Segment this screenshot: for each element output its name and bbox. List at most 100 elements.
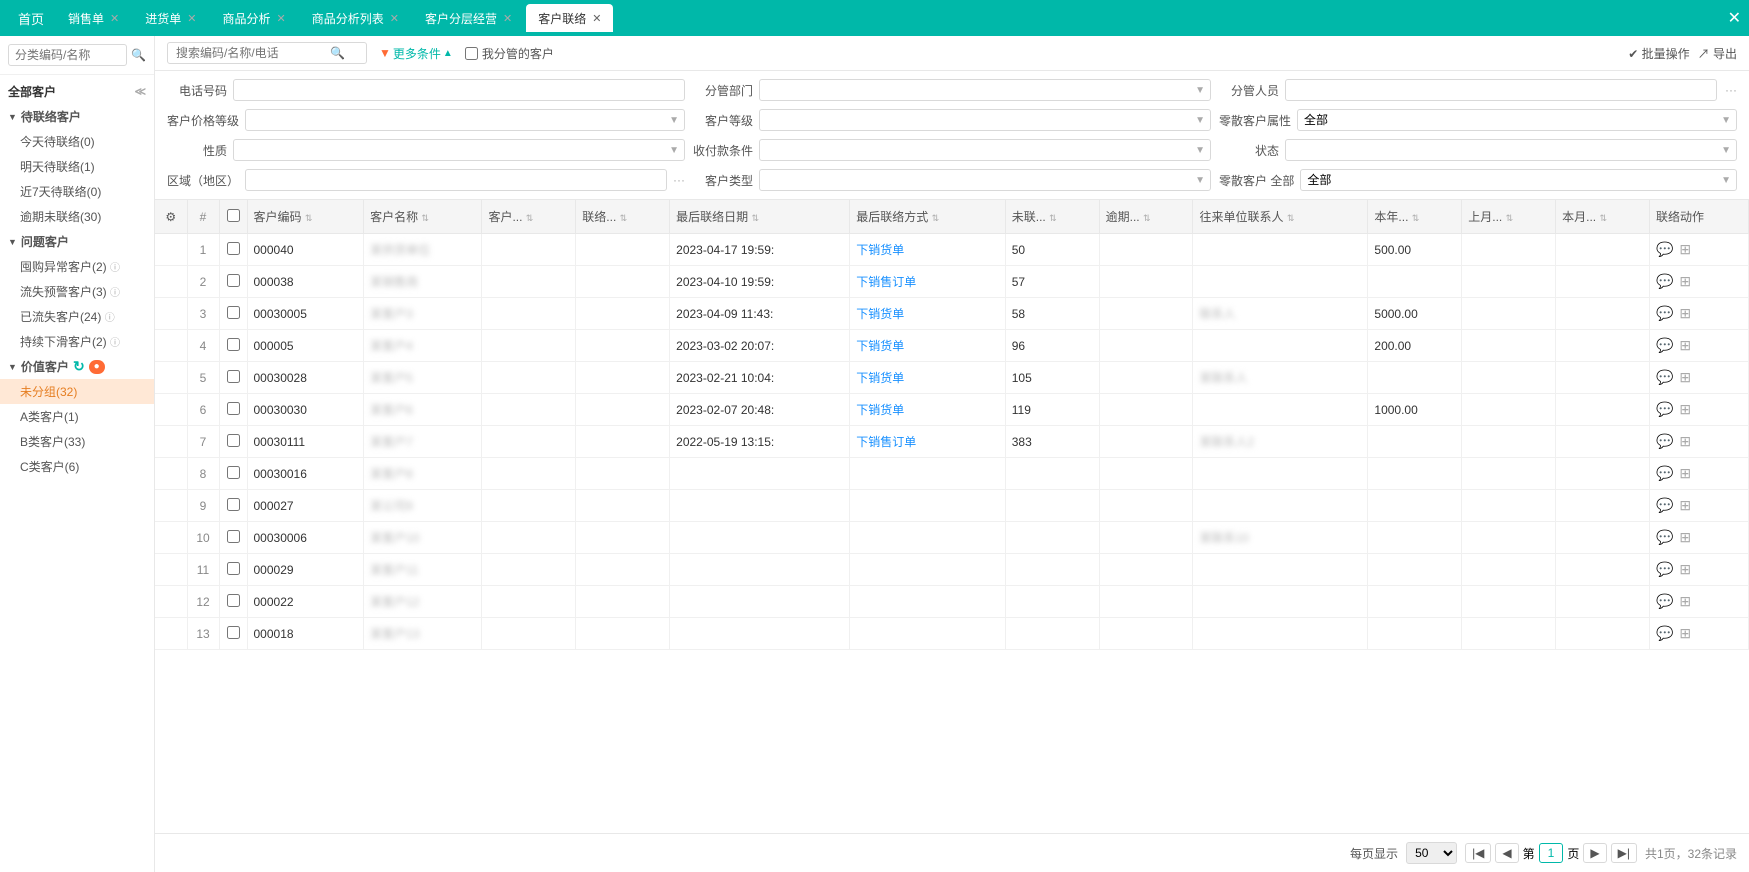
row-check-8[interactable] <box>219 490 247 522</box>
grid-icon-8[interactable]: ⊞ <box>1679 497 1691 514</box>
declining-item[interactable]: 持续下滑客户(2) ⓘ <box>0 329 154 354</box>
nature-select[interactable] <box>233 139 685 161</box>
row-last-contact-type-10[interactable] <box>850 554 1005 586</box>
page-size-select[interactable]: 50 100 <box>1406 842 1457 864</box>
chat-icon-8[interactable]: 💬 <box>1656 497 1673 514</box>
window-close-button[interactable]: ✕ <box>1728 8 1741 28</box>
unit-contact-column-header[interactable]: 往来单位联系人 ⇅ <box>1193 200 1368 234</box>
row-check-6[interactable] <box>219 426 247 458</box>
chat-icon-1[interactable]: 💬 <box>1656 273 1673 290</box>
type-column-header[interactable]: 客户... ⇅ <box>482 200 576 234</box>
sidebar-search-icon[interactable]: 🔍 <box>131 48 146 62</box>
code-column-header[interactable]: 客户编码 ⇅ <box>247 200 364 234</box>
chat-icon-11[interactable]: 💬 <box>1656 593 1673 610</box>
prev-page-button[interactable]: ◀ <box>1495 843 1518 863</box>
grid-icon-10[interactable]: ⊞ <box>1679 561 1691 578</box>
customer-type-select[interactable] <box>759 169 1211 191</box>
close-crm-contact-tab[interactable]: ✕ <box>592 12 601 25</box>
a-class-item[interactable]: A类客户(1) <box>0 404 154 429</box>
sidebar-search-input[interactable] <box>8 44 127 66</box>
row-check-10[interactable] <box>219 554 247 586</box>
churned-item[interactable]: 已流失客户(24) ⓘ <box>0 304 154 329</box>
uncontacted-column-header[interactable]: 未联... ⇅ <box>1005 200 1099 234</box>
row-check-9[interactable] <box>219 522 247 554</box>
problem-customers-section[interactable]: ▼ 问题客户 <box>0 229 154 254</box>
last-contact-type-column-header[interactable]: 最后联络方式 ⇅ <box>850 200 1005 234</box>
sales-tab[interactable]: 销售单 ✕ <box>56 4 131 32</box>
contact-type-link-2[interactable]: 下销货单 <box>856 307 904 321</box>
row-check-12[interactable] <box>219 618 247 650</box>
grid-icon-3[interactable]: ⊞ <box>1679 337 1691 354</box>
row-last-contact-type-9[interactable] <box>850 522 1005 554</box>
row-last-contact-type-12[interactable] <box>850 618 1005 650</box>
grid-icon-2[interactable]: ⊞ <box>1679 305 1691 322</box>
grid-icon-1[interactable]: ⊞ <box>1679 273 1691 290</box>
search-icon[interactable]: 🔍 <box>330 46 345 60</box>
chat-icon-12[interactable]: 💬 <box>1656 625 1673 642</box>
row-last-contact-type-0[interactable]: 下销货单 <box>850 234 1005 266</box>
retail-customer-select[interactable]: 全部 <box>1300 169 1737 191</box>
row-check-3[interactable] <box>219 330 247 362</box>
overdue-column-header[interactable]: 逾期... ⇅ <box>1099 200 1193 234</box>
chat-icon-9[interactable]: 💬 <box>1656 529 1673 546</box>
all-customers-header[interactable]: 全部客户 ≪ <box>0 75 154 104</box>
analysis-list-tab[interactable]: 商品分析列表 ✕ <box>300 4 411 32</box>
chat-icon-2[interactable]: 💬 <box>1656 305 1673 322</box>
next-page-button[interactable]: ▶ <box>1583 843 1606 863</box>
batch-operation-button[interactable]: ✔ 批量操作 <box>1628 45 1689 62</box>
chat-icon-0[interactable]: 💬 <box>1656 241 1673 258</box>
row-check-1[interactable] <box>219 266 247 298</box>
contact-type-link-1[interactable]: 下销售订单 <box>856 275 916 289</box>
row-check-2[interactable] <box>219 298 247 330</box>
export-button[interactable]: ↗ 导出 <box>1698 45 1737 62</box>
churn-warning-item[interactable]: 流失预警客户(3) ⓘ <box>0 279 154 304</box>
contact-type-link-5[interactable]: 下销货单 <box>856 403 904 417</box>
tomorrow-pending-item[interactable]: 明天待联络(1) <box>0 154 154 179</box>
ungrouped-item[interactable]: 未分组(32) <box>0 379 154 404</box>
chat-icon-5[interactable]: 💬 <box>1656 401 1673 418</box>
chat-icon-3[interactable]: 💬 <box>1656 337 1673 354</box>
contact-type-link-4[interactable]: 下销货单 <box>856 371 904 385</box>
chat-icon-6[interactable]: 💬 <box>1656 433 1673 450</box>
this-year-column-header[interactable]: 本年... ⇅ <box>1368 200 1462 234</box>
row-check-11[interactable] <box>219 586 247 618</box>
grid-icon-12[interactable]: ⊞ <box>1679 625 1691 642</box>
price-level-select[interactable] <box>245 109 685 131</box>
row-check-0[interactable] <box>219 234 247 266</box>
pending-contact-section[interactable]: ▼ 待联络客户 <box>0 104 154 129</box>
customer-level-select[interactable] <box>759 109 1211 131</box>
row-last-contact-type-11[interactable] <box>850 586 1005 618</box>
b-class-item[interactable]: B类客户(33) <box>0 429 154 454</box>
row-last-contact-type-1[interactable]: 下销售订单 <box>850 266 1005 298</box>
row-last-contact-type-2[interactable]: 下销货单 <box>850 298 1005 330</box>
more-conditions-button[interactable]: ▼ 更多条件 ▲ <box>379 45 453 62</box>
refresh-icon[interactable]: ↻ <box>73 358 85 375</box>
close-analysis-list-tab[interactable]: ✕ <box>390 12 399 25</box>
my-customers-check[interactable] <box>465 47 478 60</box>
crm-contact-tab[interactable]: 客户联络 ✕ <box>526 4 613 32</box>
manager-input[interactable] <box>1285 79 1717 101</box>
analysis-tab[interactable]: 商品分析 ✕ <box>210 4 297 32</box>
my-customers-checkbox[interactable]: 我分管的客户 <box>465 45 554 62</box>
row-check-7[interactable] <box>219 458 247 490</box>
chat-icon-7[interactable]: 💬 <box>1656 465 1673 482</box>
row-last-contact-type-5[interactable]: 下销货单 <box>850 394 1005 426</box>
chat-icon-4[interactable]: 💬 <box>1656 369 1673 386</box>
grid-icon-4[interactable]: ⊞ <box>1679 369 1691 386</box>
today-pending-item[interactable]: 今天待联络(0) <box>0 129 154 154</box>
last-month-column-header[interactable]: 上月... ⇅ <box>1462 200 1556 234</box>
region-input[interactable] <box>245 169 667 191</box>
dept-select[interactable] <box>759 79 1211 101</box>
grid-icon-6[interactable]: ⊞ <box>1679 433 1691 450</box>
contact-column-header[interactable]: 联络... ⇅ <box>576 200 670 234</box>
close-sales-tab[interactable]: ✕ <box>110 12 119 25</box>
value-customers-section[interactable]: ▼ 价值客户 ↻ ● <box>0 354 154 379</box>
last-contact-date-column-header[interactable]: 最后联络日期 ⇅ <box>670 200 850 234</box>
close-purchase-tab[interactable]: ✕ <box>187 12 196 25</box>
grid-icon-5[interactable]: ⊞ <box>1679 401 1691 418</box>
chat-icon-10[interactable]: 💬 <box>1656 561 1673 578</box>
this-month-column-header[interactable]: 本月... ⇅ <box>1556 200 1650 234</box>
manager-dots-icon[interactable]: ··· <box>1725 83 1737 97</box>
payment-select[interactable] <box>759 139 1211 161</box>
row-last-contact-type-8[interactable] <box>850 490 1005 522</box>
